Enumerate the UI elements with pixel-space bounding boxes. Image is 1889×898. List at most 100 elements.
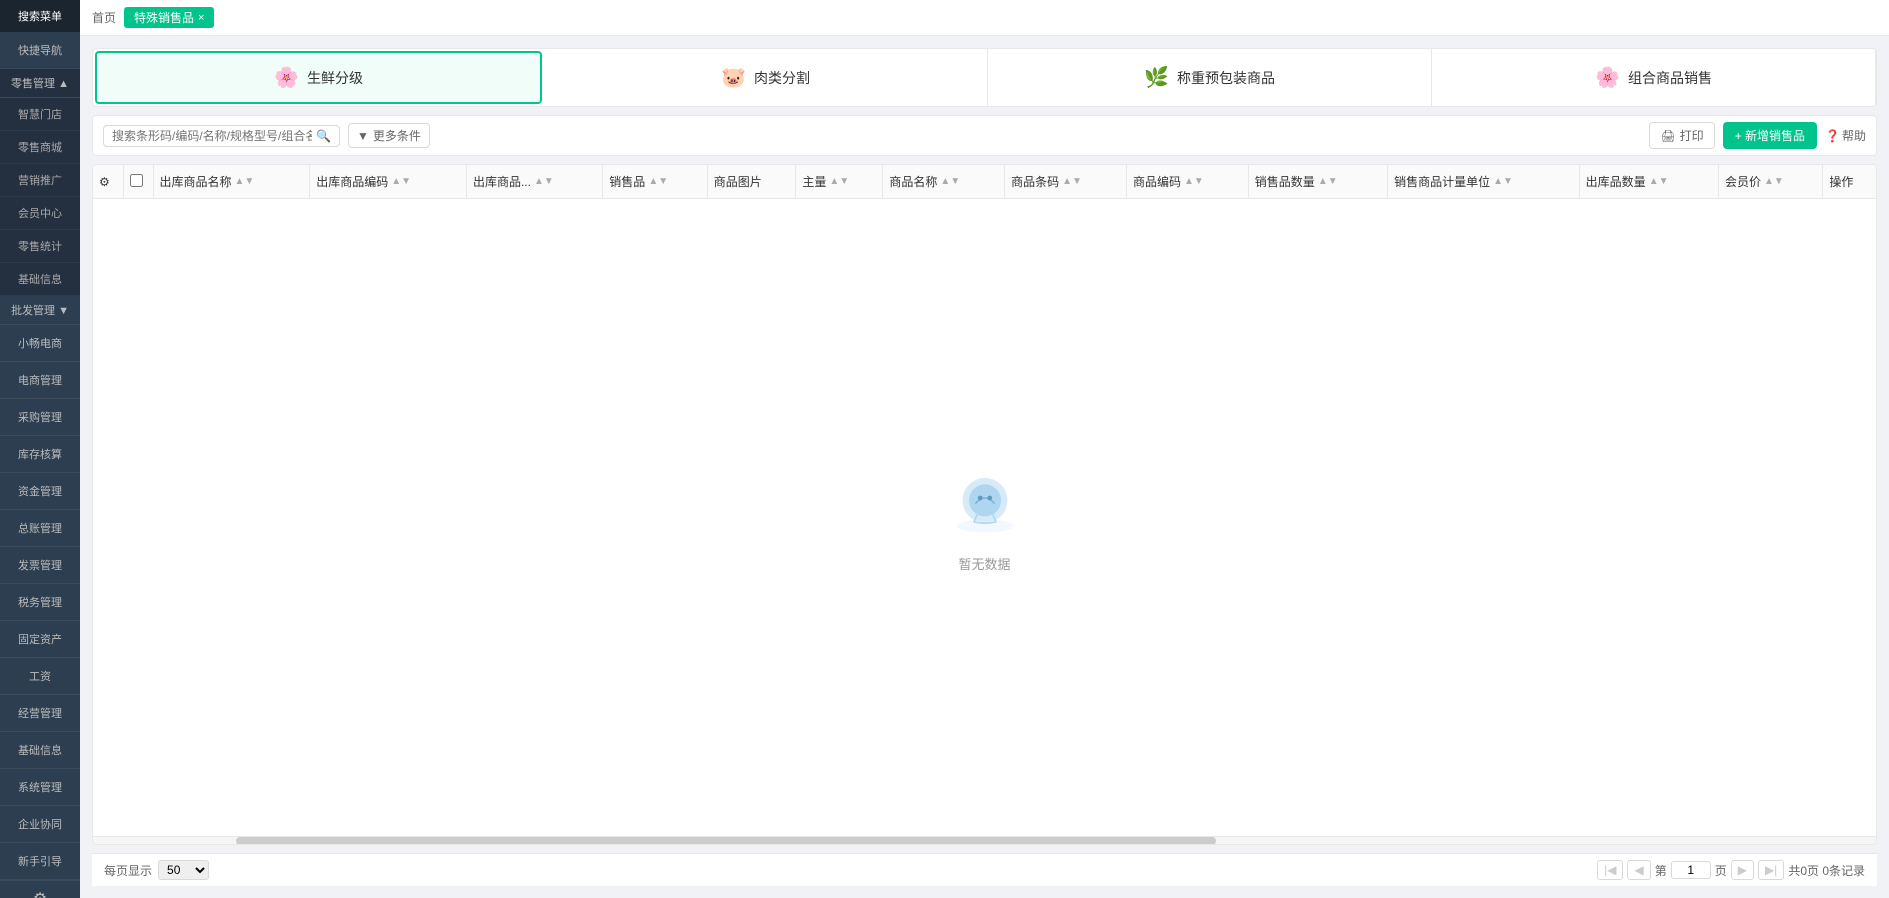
sidebar-sub-item-marketing[interactable]: 营销推广	[0, 164, 80, 197]
sort-icon-outlet-qty: ▲▼	[1649, 177, 1669, 187]
combo-sales-icon: 🌸	[1595, 65, 1620, 90]
th-product-image[interactable]: 商品图片	[707, 165, 796, 199]
sidebar-item-basic-info[interactable]: 基础信息	[0, 732, 80, 769]
horizontal-scrollbar[interactable]	[93, 836, 1876, 844]
sidebar-item-ecommerce[interactable]: 小畅电商	[0, 325, 80, 362]
sidebar-sub-item-retail-stats[interactable]: 零售统计	[0, 230, 80, 263]
th-product-barcode-label: 商品条码	[1011, 173, 1059, 190]
tab-combo-sales[interactable]: 🌸 组合商品销售	[1432, 49, 1876, 106]
tab-meat-cutting[interactable]: 🐷 肉类分割	[544, 49, 988, 106]
sidebar-item-operations-mgmt[interactable]: 经营管理	[0, 695, 80, 732]
th-outlet-product-code[interactable]: 出库商品编码 ▲▼	[310, 165, 467, 199]
print-label: 打印	[1680, 127, 1704, 144]
print-button[interactable]: 🖨 打印	[1649, 122, 1714, 149]
th-outlet-qty[interactable]: 出库品数量 ▲▼	[1579, 165, 1718, 199]
active-tab-tag[interactable]: 特殊销售品 ×	[124, 7, 214, 28]
tab-meat-cutting-label: 肉类分割	[754, 68, 810, 88]
sort-icon-sales-product: ▲▼	[648, 177, 668, 187]
tab-fresh-grading[interactable]: 🌸 生鲜分级	[95, 51, 542, 104]
search-icon: 🔍	[316, 129, 331, 143]
sidebar-item-enterprise-collab[interactable]: 企业协同	[0, 806, 80, 843]
th-product-barcode[interactable]: 商品条码 ▲▼	[1005, 165, 1127, 199]
breadcrumb-home[interactable]: 首页	[92, 9, 116, 26]
th-sales-product-label: 销售品	[609, 173, 645, 190]
page-size-select[interactable]: 50 10 20 100	[158, 860, 209, 880]
sidebar-sub-item-retail-mall[interactable]: 零售商城	[0, 131, 80, 164]
filter-button[interactable]: ▼ 更多条件	[348, 123, 430, 148]
th-settings[interactable]: ⚙	[93, 165, 123, 199]
sidebar-item-ecommerce-mgmt[interactable]: 电商管理	[0, 362, 80, 399]
first-page-button[interactable]: |◀	[1597, 860, 1623, 880]
th-product-image-label: 商品图片	[714, 173, 762, 190]
page-number-input[interactable]	[1671, 861, 1711, 879]
sidebar-item-general-ledger[interactable]: 总账管理	[0, 510, 80, 547]
chevron-up-icon: ▲	[58, 78, 69, 90]
topbar: 首页 特殊销售品 ×	[80, 0, 1889, 36]
category-tabs: 🌸 生鲜分级 🐷 肉类分割 🌿 称重预包装商品 🌸 组合商品销售	[92, 48, 1877, 107]
last-page-button[interactable]: ▶|	[1758, 860, 1784, 880]
th-outlet-product-extra[interactable]: 出库商品... ▲▼	[466, 165, 602, 199]
toolbar: 🔍 ▼ 更多条件 🖨 打印 + 新增销售品 ❓ 帮助	[92, 115, 1877, 156]
th-actions-label: 操作	[1829, 175, 1853, 189]
close-tab-button[interactable]: ×	[198, 12, 204, 24]
new-sales-item-button[interactable]: + 新增销售品	[1723, 122, 1817, 149]
sort-icon-product-code: ▲▼	[1184, 177, 1204, 187]
help-icon: ❓	[1825, 129, 1840, 143]
sidebar-item-payroll[interactable]: 工资	[0, 658, 80, 695]
tab-fresh-grading-label: 生鲜分级	[307, 68, 363, 88]
sidebar-item-retail-mgmt[interactable]: 零售管理 ▲	[0, 69, 80, 98]
th-outlet-product-name[interactable]: 出库商品名称 ▲▼	[153, 165, 310, 199]
th-sales-product[interactable]: 销售品 ▲▼	[603, 165, 707, 199]
content-area: 🌸 生鲜分级 🐷 肉类分割 🌿 称重预包装商品 🌸 组合商品销售 🔍	[80, 36, 1889, 898]
sidebar-item-invoice-mgmt[interactable]: 发票管理	[0, 547, 80, 584]
sidebar-item-system-mgmt[interactable]: 系统管理	[0, 769, 80, 806]
toolbar-left: 🔍 ▼ 更多条件	[103, 123, 430, 148]
sidebar-item-quick-nav[interactable]: 快捷导航	[0, 32, 80, 69]
th-member-price-label: 会员价	[1725, 173, 1761, 190]
sidebar-item-tax-mgmt[interactable]: 税务管理	[0, 584, 80, 621]
main-area: 首页 特殊销售品 × 🌸 生鲜分级 🐷 肉类分割 🌿 称重预包装商品 🌸 组合商	[80, 0, 1889, 898]
sidebar-sub-item-smart-store[interactable]: 智慧门店	[0, 98, 80, 131]
th-checkbox[interactable]	[123, 165, 153, 199]
sidebar-item-newbie-guide[interactable]: 新手引导	[0, 843, 80, 880]
sort-icon-barcode: ▲▼	[1062, 177, 1082, 187]
sidebar-item-finance[interactable]: 资金管理	[0, 473, 80, 510]
sidebar-item-purchase-mgmt[interactable]: 采购管理	[0, 399, 80, 436]
tab-weighed-packaged[interactable]: 🌿 称重预包装商品	[988, 49, 1432, 106]
sort-icon-main-qty: ▲▼	[829, 177, 849, 187]
sidebar-sub-item-basic-info-retail[interactable]: 基础信息	[0, 263, 80, 296]
filter-icon: ▼	[357, 129, 369, 143]
empty-state-text: 暂无数据	[958, 554, 1010, 573]
search-input[interactable]	[112, 129, 312, 143]
sidebar-item-inventory[interactable]: 库存核算	[0, 436, 80, 473]
th-outlet-product-code-label: 出库商品编码	[316, 173, 388, 190]
th-member-price[interactable]: 会员价 ▲▼	[1718, 165, 1822, 199]
th-product-code[interactable]: 商品编码 ▲▼	[1126, 165, 1248, 199]
prev-page-button[interactable]: ◀	[1627, 860, 1650, 880]
gear-icon[interactable]: ⚙	[0, 881, 80, 898]
th-product-name[interactable]: 商品名称 ▲▼	[883, 165, 1005, 199]
sidebar-bottom: ⚙	[0, 880, 80, 898]
th-main-quantity[interactable]: 主量 ▲▼	[796, 165, 883, 199]
th-sales-unit[interactable]: 销售商品计量单位 ▲▼	[1388, 165, 1580, 199]
sidebar-sub-item-member-center[interactable]: 会员中心	[0, 197, 80, 230]
help-button[interactable]: ❓ 帮助	[1825, 127, 1866, 144]
select-all-checkbox[interactable]	[130, 174, 143, 187]
page-size-label: 每页显示	[104, 862, 152, 879]
sidebar-item-wholesale-mgmt[interactable]: 批发管理 ▼	[0, 296, 80, 325]
page-label: 第	[1655, 862, 1667, 879]
scrollbar-thumb[interactable]	[236, 837, 1217, 845]
active-tab-label: 特殊销售品	[134, 9, 194, 26]
fresh-grading-icon: 🌸	[274, 65, 299, 90]
th-sales-unit-label: 销售商品计量单位	[1394, 173, 1490, 190]
sidebar-item-fixed-assets[interactable]: 固定资产	[0, 621, 80, 658]
weighed-packaged-icon: 🌿	[1144, 65, 1169, 90]
sort-icon-outlet-code: ▲▼	[391, 177, 411, 187]
th-sales-qty[interactable]: 销售品数量 ▲▼	[1248, 165, 1387, 199]
sort-icon-sales-unit: ▲▼	[1493, 177, 1513, 187]
empty-state: 暂无数据	[93, 199, 1876, 836]
sidebar-logo[interactable]: 搜索菜单	[0, 0, 80, 32]
next-page-button[interactable]: ▶	[1731, 860, 1754, 880]
th-product-name-label: 商品名称	[889, 173, 937, 190]
search-box[interactable]: 🔍	[103, 125, 340, 147]
